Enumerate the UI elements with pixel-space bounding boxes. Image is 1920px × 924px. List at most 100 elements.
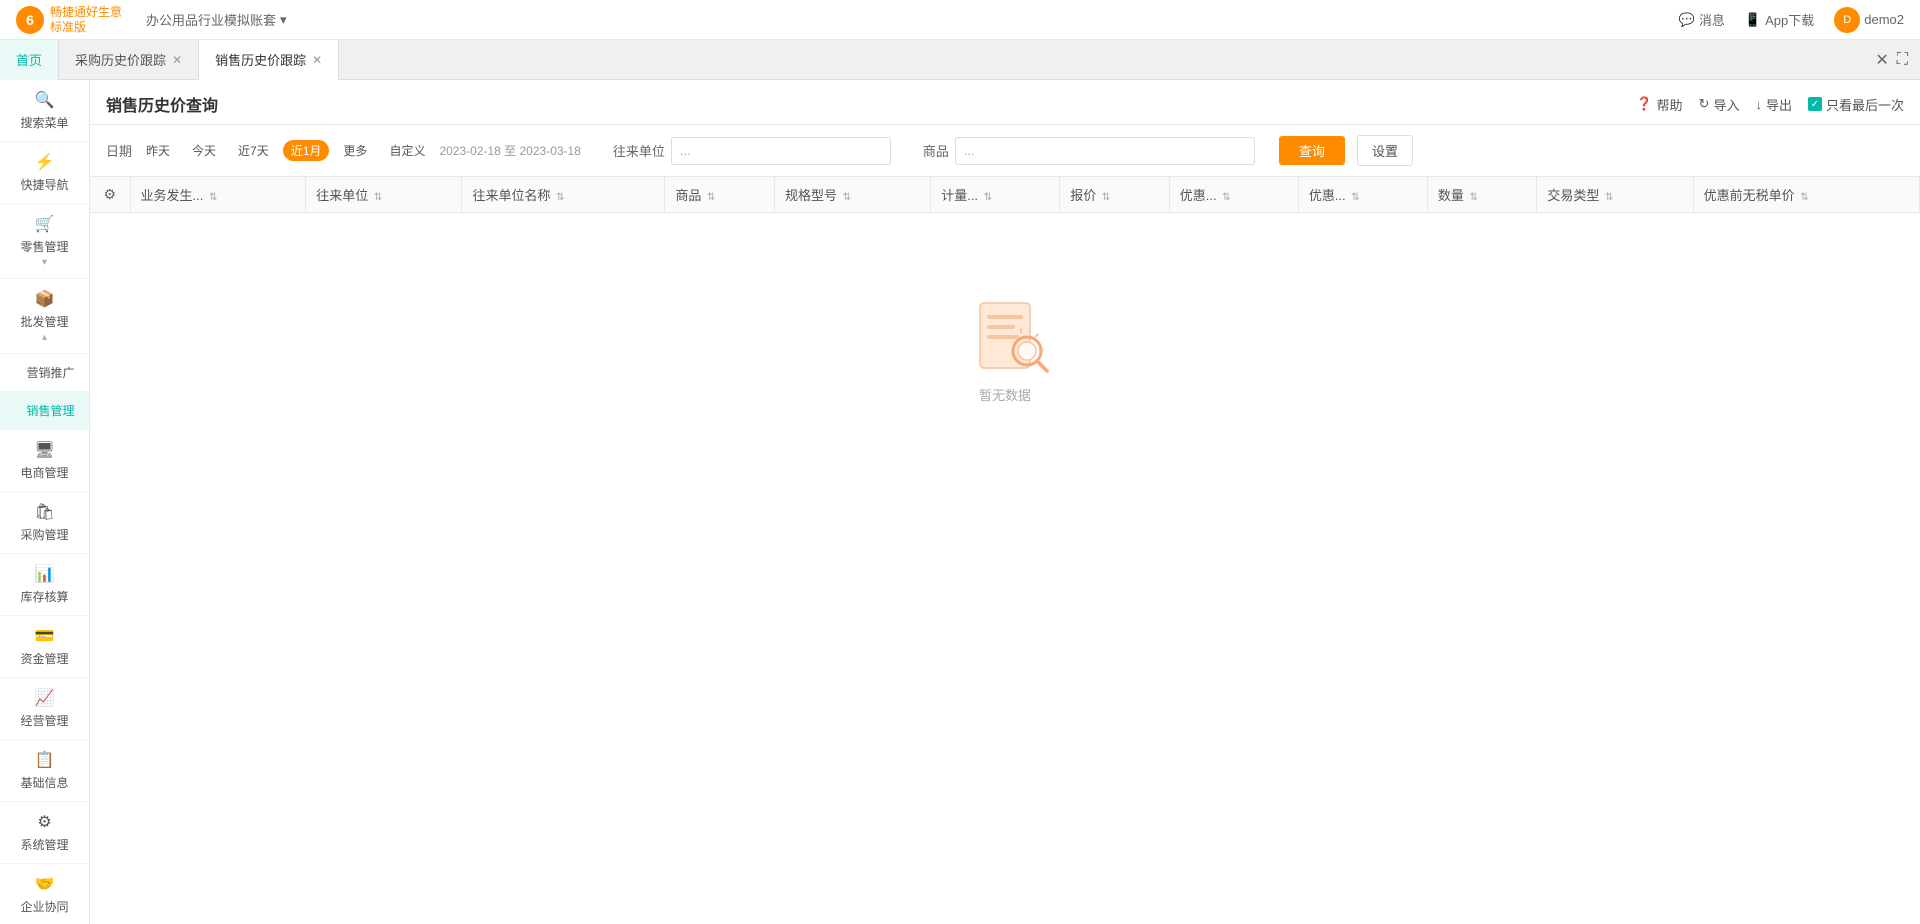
company-select[interactable]: 办公用品行业模拟账套 ▾	[146, 10, 287, 29]
col-product[interactable]: 商品 ⇅	[665, 177, 775, 213]
col-unit[interactable]: 计量... ⇅	[931, 177, 1060, 213]
col-partner-name[interactable]: 往来单位名称 ⇅	[462, 177, 665, 213]
import-btn[interactable]: ↻ 导入	[1699, 95, 1740, 114]
app-download-btn[interactable]: 📱 App下载	[1745, 10, 1814, 29]
top-bar-right: 💬 消息 📱 App下载 D demo2	[1679, 7, 1904, 33]
checkbox-icon: ✓	[1808, 97, 1822, 111]
date-btn-1month[interactable]: 近1月	[283, 140, 330, 161]
sidebar-item-quick-nav[interactable]: ⚡ 快捷导航	[0, 142, 89, 204]
table-settings-icon[interactable]: ⚙	[103, 186, 116, 202]
sort-icon-partner-name: ⇅	[556, 192, 564, 203]
sort-icon-pretax-price: ⇅	[1800, 192, 1808, 203]
chevron-down-icon: ▾	[280, 12, 287, 28]
chevron-down-icon: ▾	[42, 257, 47, 268]
tab-purchase-history[interactable]: 采购历史价跟踪 ✕	[59, 40, 199, 80]
sort-icon-trade-type: ⇅	[1605, 192, 1613, 203]
quick-nav-icon: ⚡	[35, 152, 55, 172]
sidebar-item-base-info[interactable]: 📋 基础信息	[0, 740, 89, 802]
product-filter-group: 商品 ...	[923, 137, 1255, 165]
page-header-actions: ❓ 帮助 ↻ 导入 ↓ 导出 ✓ 只看最后一次	[1636, 95, 1904, 114]
sidebar-item-inventory[interactable]: 📊 库存核算	[0, 554, 89, 616]
date-btn-yesterday[interactable]: 昨天	[138, 140, 178, 161]
sidebar-item-purchase-mgmt[interactable]: 🛍 采购管理	[0, 492, 89, 554]
sidebar-item-ops-mgmt[interactable]: 📈 经营管理	[0, 678, 89, 740]
sidebar-item-finance-mgmt[interactable]: 💳 资金管理	[0, 616, 89, 678]
date-label: 日期	[106, 141, 132, 160]
product-input[interactable]: ...	[955, 137, 1255, 165]
partner-input[interactable]: ...	[671, 137, 891, 165]
main-layout: 🔍 搜索菜单 ⚡ 快捷导航 🛒 零售管理 ▾ 📦 批发管理 ▴ 营销推广 销售管…	[0, 80, 1920, 924]
sys-mgmt-icon: ⚙	[37, 812, 51, 832]
sidebar-item-retail-mgmt[interactable]: 🛒 零售管理 ▾	[0, 204, 89, 279]
sidebar-item-sales-mgmt[interactable]: 销售管理	[0, 392, 89, 430]
inventory-icon: 📊	[35, 564, 55, 584]
only-last-checkbox[interactable]: ✓ 只看最后一次	[1808, 95, 1904, 114]
sidebar: 🔍 搜索菜单 ⚡ 快捷导航 🛒 零售管理 ▾ 📦 批发管理 ▴ 营销推广 销售管…	[0, 80, 90, 924]
partner-filter-group: 往来单位 ...	[613, 137, 891, 165]
filter-bar: 日期 昨天 今天 近7天 近1月 更多 自定义 2023-02-18 至 202…	[90, 125, 1920, 177]
date-btn-today[interactable]: 今天	[184, 140, 224, 161]
top-bar-left: 6 畅捷通好生意 标准版 办公用品行业模拟账套 ▾	[16, 5, 287, 34]
logo-area: 6 畅捷通好生意 标准版	[16, 5, 122, 34]
message-icon: 💬	[1679, 12, 1695, 28]
date-filter-group: 日期 昨天 今天 近7天 近1月 更多 自定义	[106, 140, 433, 161]
sidebar-item-enterprise-collab[interactable]: 🤝 企业协同	[0, 864, 89, 924]
sort-icon-quantity: ⇅	[1469, 192, 1477, 203]
tab-sales-history[interactable]: 销售历史价跟踪 ✕	[199, 40, 339, 80]
sidebar-item-ecommerce-mgmt[interactable]: 🖥 电商管理	[0, 430, 89, 492]
table-container: ⚙ 业务发生... ⇅ 往来单位 ⇅ 往来单位名称 ⇅	[90, 177, 1920, 924]
col-biz-date[interactable]: 业务发生... ⇅	[130, 177, 306, 213]
col-discount2[interactable]: 优惠... ⇅	[1298, 177, 1427, 213]
filter-action-btns: 查询	[1279, 136, 1345, 165]
date-btn-custom[interactable]: 自定义	[381, 140, 433, 161]
settings-btn-wrap: 设置	[1357, 135, 1413, 166]
partner-input-dots: ...	[680, 143, 691, 158]
enterprise-collab-icon: 🤝	[35, 874, 55, 894]
col-partner-code[interactable]: 往来单位 ⇅	[306, 177, 462, 213]
col-discount1[interactable]: 优惠... ⇅	[1169, 177, 1298, 213]
search-menu-icon: 🔍	[35, 90, 55, 110]
sidebar-item-search-menu[interactable]: 🔍 搜索菜单	[0, 80, 89, 142]
user-area[interactable]: D demo2	[1834, 7, 1904, 33]
page-header: 销售历史价查询 ❓ 帮助 ↻ 导入 ↓ 导出 ✓ 只看最后一次	[90, 80, 1920, 125]
empty-text: 暂无数据	[979, 385, 1031, 404]
sort-icon-spec: ⇅	[843, 192, 851, 203]
expand-tab-icon[interactable]: ⛶	[1897, 51, 1908, 69]
query-button[interactable]: 查询	[1279, 136, 1345, 165]
col-settings[interactable]: ⚙	[90, 177, 130, 213]
col-trade-type[interactable]: 交易类型 ⇅	[1537, 177, 1693, 213]
empty-state: 暂无数据	[90, 213, 1920, 484]
page-title: 销售历史价查询	[106, 92, 218, 116]
close-purchase-tab-icon[interactable]: ✕	[172, 53, 182, 67]
date-btn-7days[interactable]: 近7天	[230, 140, 277, 161]
sidebar-item-wholesale-mgmt[interactable]: 📦 批发管理 ▴	[0, 279, 89, 354]
date-range-display: 2023-02-18 至 2023-03-18	[439, 142, 580, 159]
product-label: 商品	[923, 141, 949, 160]
export-icon: ↓	[1755, 97, 1762, 112]
sort-icon-price: ⇅	[1102, 192, 1110, 203]
export-btn[interactable]: ↓ 导出	[1755, 95, 1792, 114]
settings-button[interactable]: 设置	[1357, 135, 1413, 166]
sort-icon-product: ⇅	[707, 192, 715, 203]
sort-icon-discount1: ⇅	[1222, 192, 1230, 203]
col-price[interactable]: 报价 ⇅	[1060, 177, 1170, 213]
message-btn[interactable]: 💬 消息	[1679, 10, 1725, 29]
col-spec[interactable]: 规格型号 ⇅	[774, 177, 930, 213]
tab-home[interactable]: 首页	[0, 40, 59, 80]
top-bar: 6 畅捷通好生意 标准版 办公用品行业模拟账套 ▾ 💬 消息 📱 App下载 D…	[0, 0, 1920, 40]
purchase-mgmt-icon: 🛍	[34, 502, 54, 522]
sidebar-item-marketing[interactable]: 营销推广	[0, 354, 89, 392]
base-info-icon: 📋	[35, 750, 55, 770]
col-quantity[interactable]: 数量 ⇅	[1427, 177, 1537, 213]
tabs-bar: 首页 采购历史价跟踪 ✕ 销售历史价跟踪 ✕ ✕ ⛶	[0, 40, 1920, 80]
help-icon: ❓	[1636, 96, 1652, 112]
empty-icon	[965, 293, 1045, 373]
close-sales-tab-icon[interactable]: ✕	[312, 53, 322, 67]
close-all-tabs-icon[interactable]: ✕	[1875, 50, 1888, 70]
col-pretax-price[interactable]: 优惠前无税单价 ⇅	[1693, 177, 1919, 213]
ecommerce-mgmt-icon: 🖥	[34, 440, 54, 460]
date-btn-more[interactable]: 更多	[335, 140, 375, 161]
sidebar-item-sys-mgmt[interactable]: ⚙ 系统管理	[0, 802, 89, 864]
help-btn[interactable]: ❓ 帮助	[1636, 95, 1682, 114]
ops-mgmt-icon: 📈	[35, 688, 55, 708]
